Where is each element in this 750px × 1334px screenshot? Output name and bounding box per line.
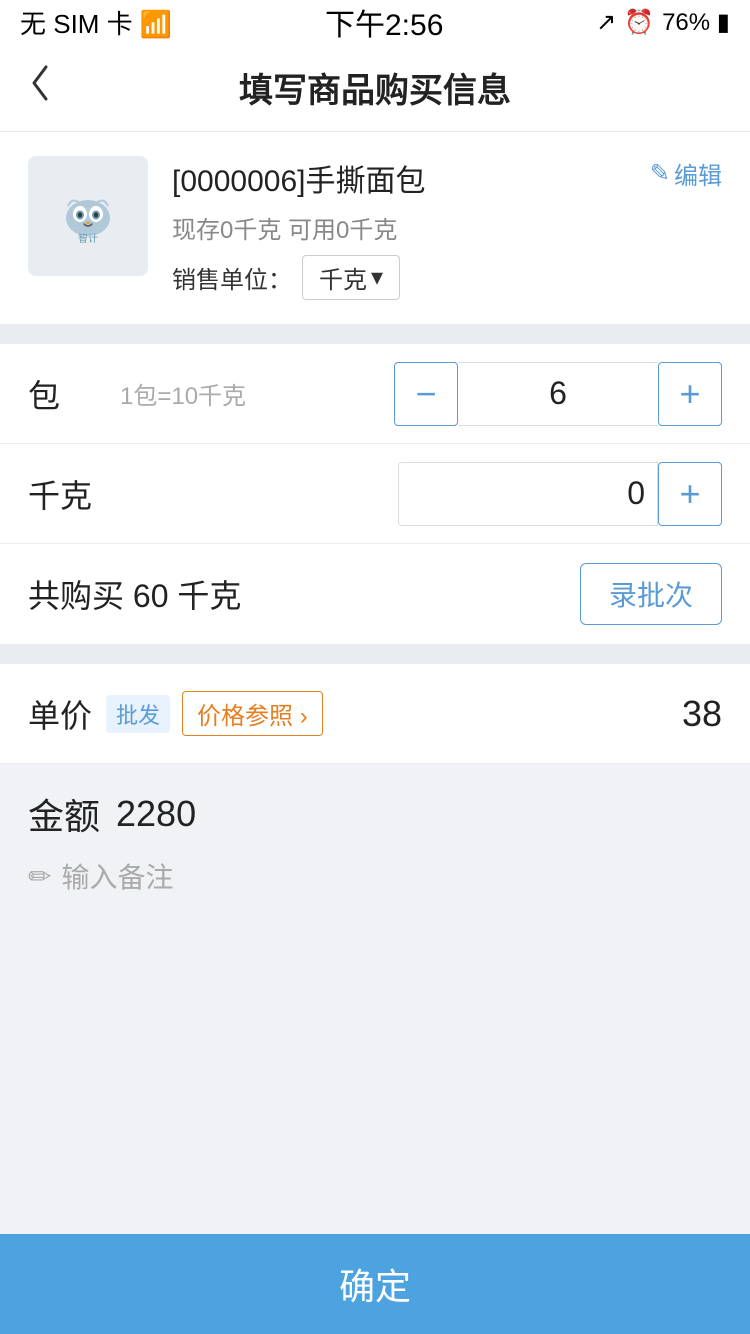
pencil-icon: ✏ [28,860,51,893]
status-icons: ↗ ⏰ 76% ▮ [596,8,730,37]
product-info: [0000006]手撕面包 现存0千克 可用0千克 销售单位： 千克 ▾ [172,156,722,300]
pack-input[interactable] [458,362,658,426]
confirm-button[interactable]: 确定 [339,1258,411,1310]
kg-input[interactable] [398,462,658,526]
price-row: 单价 批发 价格参照 › 38 [0,664,750,764]
pack-minus-button[interactable]: − [394,362,458,426]
footer[interactable]: 确定 [0,1234,750,1334]
quantity-section: 包 1包=10千克 − + 千克 + 共购买 60 千克 录批次 [0,344,750,644]
product-stock: 现存0千克 可用0千克 [172,210,722,245]
product-section: 智计 [0000006]手撕面包 现存0千克 可用0千克 销售单位： 千克 ▾ … [0,132,750,324]
amount-section: 金额 2280 ✏ 输入备注 [0,764,750,906]
kg-controls: + [398,462,722,526]
note-row[interactable]: ✏ 输入备注 [28,856,722,896]
amount-value: 2280 [116,793,196,835]
location-icon: ↗ [596,8,616,37]
kg-label: 千克 [28,471,108,517]
status-time: 下午2:56 [325,0,443,44]
price-value: 38 [682,693,722,735]
divider-1 [0,324,750,344]
status-bar: 无 SIM 卡 📶 下午2:56 ↗ ⏰ 76% ▮ [0,0,750,44]
unit-label: 销售单位： [172,260,292,295]
battery-text: 76% ▮ [662,8,730,37]
edit-button[interactable]: ✎ 编辑 [650,156,722,191]
svg-text:智计: 智计 [78,232,98,245]
price-tag: 批发 [106,695,170,733]
total-label: 共购买 60 千克 [28,571,241,617]
amount-row: 金额 2280 [28,788,722,840]
pack-hint: 1包=10千克 [120,376,394,411]
price-ref-button[interactable]: 价格参照 › [182,691,323,736]
pack-plus-button[interactable]: + [658,362,722,426]
product-unit-row: 销售单位： 千克 ▾ [172,255,722,300]
product-image: 智计 [28,156,148,276]
kg-plus-button[interactable]: + [658,462,722,526]
price-section: 单价 批发 价格参照 › 38 [0,664,750,764]
unit-select[interactable]: 千克 ▾ [302,255,400,300]
alarm-icon: ⏰ [624,8,654,37]
amount-label: 金额 [28,788,100,840]
pack-row: 包 1包=10千克 − + [0,344,750,444]
back-button[interactable] [28,63,52,112]
pack-controls: − + [394,362,722,426]
divider-2 [0,644,750,664]
note-placeholder: 输入备注 [61,856,173,896]
main-bg [0,906,750,1206]
price-label: 单价 [28,691,92,737]
edit-icon: ✎ [650,159,670,188]
kg-row: 千克 + [0,444,750,544]
pack-label: 包 [28,371,108,417]
header: 填写商品购买信息 [0,44,750,132]
status-network: 无 SIM 卡 📶 [20,4,172,41]
product-name: [0000006]手撕面包 [172,156,722,200]
page-title: 填写商品购买信息 [239,63,511,112]
total-row: 共购买 60 千克 录批次 [0,544,750,644]
batch-button[interactable]: 录批次 [580,563,722,625]
chevron-down-icon: ▾ [371,263,383,292]
